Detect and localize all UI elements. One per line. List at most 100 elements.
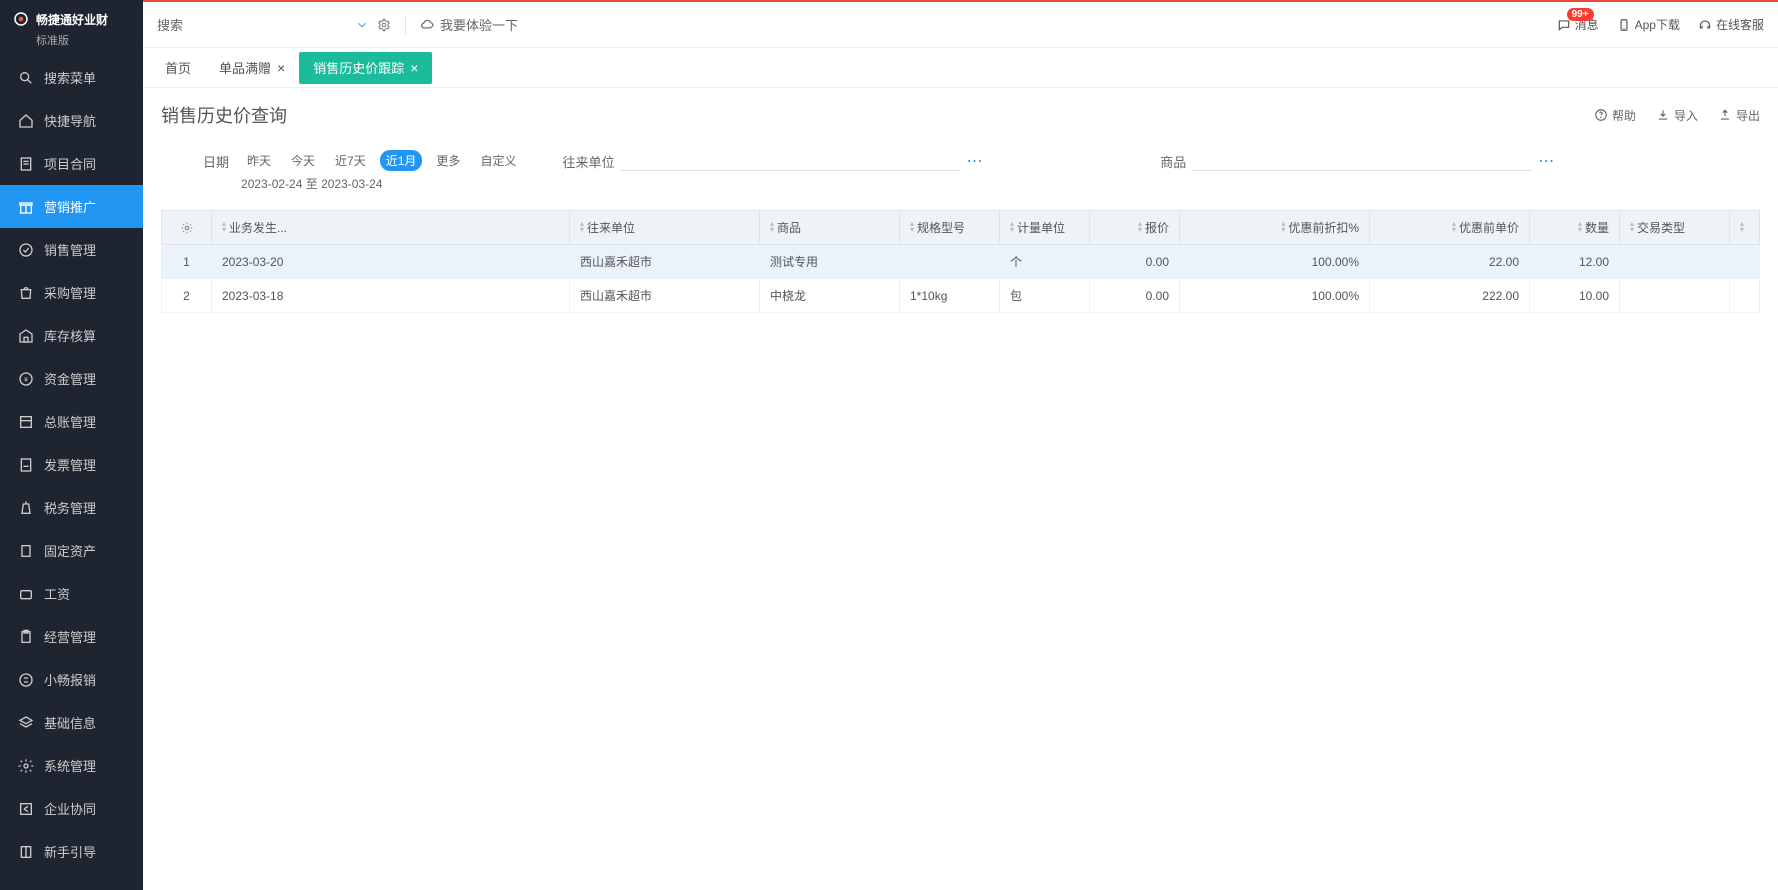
filter-partner-input[interactable] bbox=[620, 151, 960, 171]
table-row[interactable]: 12023-03-20西山嘉禾超市测试专用个0.00100.00%22.0012… bbox=[162, 245, 1760, 279]
cell-quote: 0.00 bbox=[1090, 245, 1180, 279]
date-to: 2023-03-24 bbox=[321, 177, 382, 191]
sidebar-item-inventory[interactable]: 库存核算 bbox=[0, 314, 143, 357]
table-row[interactable]: 22023-03-18西山嘉禾超市中桡龙1*10kg包0.00100.00%22… bbox=[162, 279, 1760, 313]
expense-icon bbox=[18, 672, 34, 688]
settings-icon[interactable] bbox=[377, 18, 391, 32]
sidebar-item-search[interactable]: 搜索菜单 bbox=[0, 56, 143, 99]
try-experience-button[interactable]: 我要体验一下 bbox=[420, 15, 518, 34]
col-discount[interactable]: 优惠前折扣% bbox=[1180, 211, 1370, 245]
sidebar-item-tax[interactable]: 税务管理 bbox=[0, 486, 143, 529]
building-icon bbox=[18, 543, 34, 559]
sidebar-item-basic[interactable]: 基础信息 bbox=[0, 701, 143, 744]
date-opt-1month[interactable]: 近1月 bbox=[380, 150, 423, 171]
export-button[interactable]: 导出 bbox=[1718, 107, 1760, 124]
sidebar-item-assets[interactable]: 固定资产 bbox=[0, 529, 143, 572]
global-search[interactable]: 搜索 bbox=[157, 15, 347, 34]
sidebar-item-label: 固定资产 bbox=[44, 541, 96, 560]
date-opt-more[interactable]: 更多 bbox=[430, 150, 466, 171]
sidebar-item-collab[interactable]: 企业协同 bbox=[0, 787, 143, 830]
tab-label: 首页 bbox=[165, 58, 191, 77]
col-product[interactable]: 商品 bbox=[760, 211, 900, 245]
col-extra[interactable] bbox=[1730, 211, 1760, 245]
column-settings[interactable] bbox=[162, 211, 212, 245]
messages-button[interactable]: 99+ 消息 bbox=[1557, 16, 1599, 33]
app-download-button[interactable]: App下载 bbox=[1617, 16, 1680, 33]
col-label: 优惠前折扣% bbox=[1288, 221, 1359, 235]
tab-home[interactable]: 首页 bbox=[151, 52, 205, 84]
row-number: 1 bbox=[162, 245, 212, 279]
sidebar-item-guide[interactable]: 新手引导 bbox=[0, 830, 143, 873]
col-quote[interactable]: 报价 bbox=[1090, 211, 1180, 245]
online-service-button[interactable]: 在线客服 bbox=[1698, 16, 1764, 33]
more-icon[interactable]: ⋯ bbox=[1538, 151, 1555, 171]
col-date[interactable]: 业务发生... bbox=[212, 211, 570, 245]
ledger-icon bbox=[18, 414, 34, 430]
try-label: 我要体验一下 bbox=[440, 15, 518, 34]
date-opt-7days[interactable]: 近7天 bbox=[329, 150, 372, 171]
filter-product-label: 商品 bbox=[1160, 150, 1186, 171]
wallet-icon bbox=[18, 586, 34, 602]
col-label: 往来单位 bbox=[587, 221, 635, 235]
sidebar-item-label: 小畅报销 bbox=[44, 670, 96, 689]
sort-icon bbox=[1578, 221, 1582, 233]
sidebar-item-marketing[interactable]: 营销推广 bbox=[0, 185, 143, 228]
col-price[interactable]: 优惠前单价 bbox=[1370, 211, 1530, 245]
col-label: 业务发生... bbox=[229, 221, 287, 235]
tab-single-gift[interactable]: 单品满赠× bbox=[205, 52, 299, 84]
page-header: 销售历史价查询 帮助 导入 导出 bbox=[143, 88, 1778, 142]
sidebar-item-label: 项目合同 bbox=[44, 154, 96, 173]
help-button[interactable]: 帮助 bbox=[1594, 107, 1636, 124]
sidebar-item-label: 营销推广 bbox=[44, 197, 96, 216]
close-icon[interactable]: × bbox=[410, 60, 418, 76]
date-opt-custom[interactable]: 自定义 bbox=[474, 150, 522, 171]
cell-txn bbox=[1620, 279, 1730, 313]
sidebar-item-quicknav[interactable]: 快捷导航 bbox=[0, 99, 143, 142]
import-button[interactable]: 导入 bbox=[1656, 107, 1698, 124]
sidebar-item-expense[interactable]: 小畅报销 bbox=[0, 658, 143, 701]
svg-text:¥: ¥ bbox=[24, 376, 28, 383]
filter-partner-label: 往来单位 bbox=[562, 150, 614, 171]
close-icon[interactable]: × bbox=[277, 60, 285, 76]
filter-date-label: 日期 bbox=[203, 150, 229, 171]
sidebar-item-label: 基础信息 bbox=[44, 713, 96, 732]
cell-discount: 100.00% bbox=[1180, 279, 1370, 313]
col-label: 计量单位 bbox=[1017, 221, 1065, 235]
sidebar-item-ledger[interactable]: 总账管理 bbox=[0, 400, 143, 443]
cell-extra bbox=[1730, 279, 1760, 313]
col-partner[interactable]: 往来单位 bbox=[570, 211, 760, 245]
cell-spec bbox=[900, 245, 1000, 279]
col-spec[interactable]: 规格型号 bbox=[900, 211, 1000, 245]
sidebar-item-sales[interactable]: 销售管理 bbox=[0, 228, 143, 271]
date-opt-today[interactable]: 今天 bbox=[285, 150, 321, 171]
sort-icon bbox=[1740, 221, 1744, 233]
separator bbox=[405, 15, 406, 35]
filter-product-input[interactable] bbox=[1192, 151, 1532, 171]
col-qty[interactable]: 数量 bbox=[1530, 211, 1620, 245]
cell-date: 2023-03-18 bbox=[212, 279, 570, 313]
more-icon[interactable]: ⋯ bbox=[966, 151, 983, 171]
cell-unit: 个 bbox=[1000, 245, 1090, 279]
filter-partner: 往来单位 ⋯ bbox=[562, 150, 1120, 171]
col-unit[interactable]: 计量单位 bbox=[1000, 211, 1090, 245]
tab-sales-history-price[interactable]: 销售历史价跟踪× bbox=[299, 52, 432, 84]
date-opt-yesterday[interactable]: 昨天 bbox=[241, 150, 277, 171]
search-icon bbox=[18, 70, 34, 86]
sidebar-item-project[interactable]: 项目合同 bbox=[0, 142, 143, 185]
sidebar-item-label: 总账管理 bbox=[44, 412, 96, 431]
app-download-label: App下载 bbox=[1635, 16, 1680, 33]
cell-product: 测试专用 bbox=[760, 245, 900, 279]
col-txn[interactable]: 交易类型 bbox=[1620, 211, 1730, 245]
help-label: 帮助 bbox=[1612, 107, 1636, 124]
chevron-down-icon[interactable] bbox=[355, 18, 369, 32]
sidebar-item-purchase[interactable]: 采购管理 bbox=[0, 271, 143, 314]
sidebar: 畅捷通好业财 标准版 搜索菜单 快捷导航 项目合同 营销推广 销售管理 采购管理… bbox=[0, 0, 143, 890]
data-table-wrap: 业务发生... 往来单位 商品 规格型号 计量单位 报价 优惠前折扣% 优惠前单… bbox=[161, 210, 1760, 313]
sidebar-item-invoice[interactable]: 发票管理 bbox=[0, 443, 143, 486]
sidebar-item-business[interactable]: 经营管理 bbox=[0, 615, 143, 658]
sort-icon bbox=[770, 221, 774, 233]
sidebar-item-salary[interactable]: 工资 bbox=[0, 572, 143, 615]
sidebar-item-system[interactable]: 系统管理 bbox=[0, 744, 143, 787]
sidebar-item-funds[interactable]: ¥资金管理 bbox=[0, 357, 143, 400]
date-from: 2023-02-24 bbox=[241, 177, 302, 191]
